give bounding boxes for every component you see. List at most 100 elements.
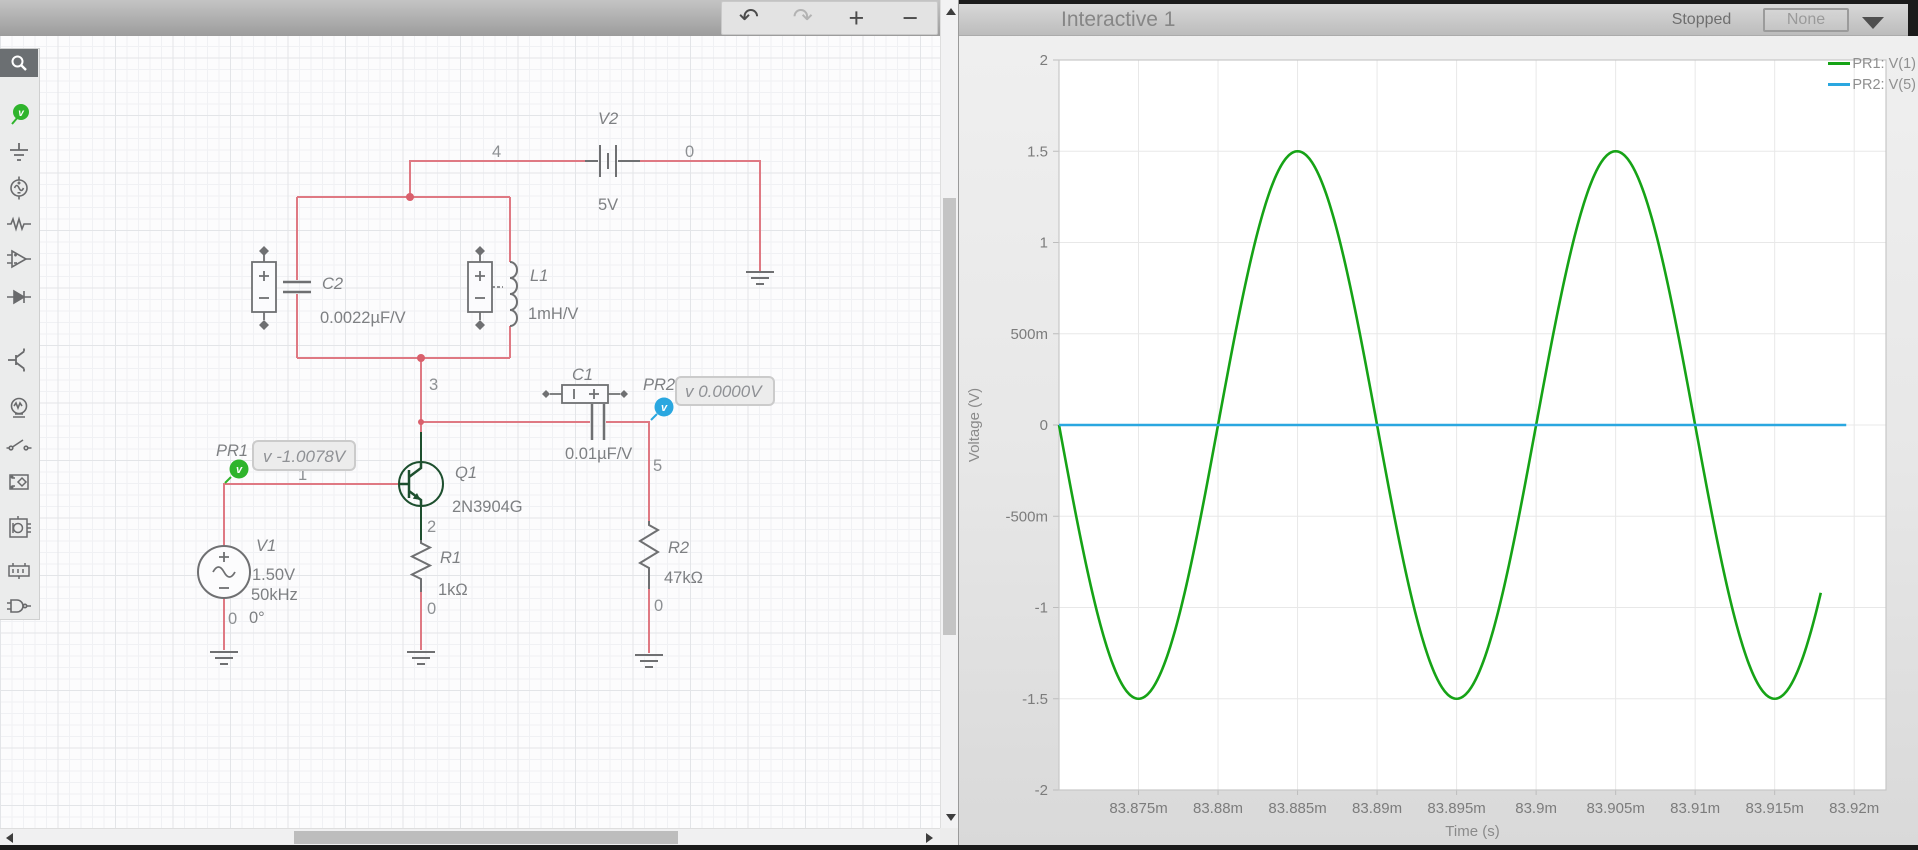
net-4: 4 <box>492 143 501 161</box>
legend-label: PR1: V(1) <box>1852 55 1916 72</box>
probe-PR2[interactable]: v <box>650 397 674 421</box>
chevron-down-icon[interactable] <box>1862 17 1884 29</box>
junction-dots <box>406 193 425 425</box>
net-5: 5 <box>653 457 662 475</box>
indicator-tool[interactable] <box>0 557 38 585</box>
component-palette: v <box>0 48 40 620</box>
pr2-label: PR2 <box>643 376 675 394</box>
chart-legend: PR1: V(1) PR2: V(5) <box>1828 53 1916 95</box>
y-tick-label: -1.5 <box>1022 691 1048 708</box>
schematic-drawing: V2 5V C2 0.0022µF/V L1 1mH/V C1 0.01µF/V… <box>197 110 775 668</box>
component-L1[interactable]: L1 1mH/V <box>467 246 578 330</box>
switch-icon <box>6 439 32 451</box>
component-R1[interactable]: R1 1kΩ <box>409 540 468 599</box>
v1-value: 1.50V <box>252 566 295 584</box>
legend-label: PR2: V(5) <box>1852 76 1916 93</box>
machine-icon <box>9 516 31 538</box>
component-V2[interactable]: V2 5V <box>585 110 640 214</box>
y-tick-label: 0 <box>1040 417 1048 434</box>
vertical-scroll-thumb[interactable] <box>943 198 956 635</box>
lamp-icon <box>10 397 28 418</box>
x-tick-label: 83.905m <box>1586 800 1644 817</box>
undo-button[interactable]: ↶ <box>729 3 769 33</box>
ground-icon <box>10 143 28 161</box>
net-2: 2 <box>427 518 436 536</box>
x-tick-label: 83.91m <box>1670 800 1720 817</box>
x-axis-title: Time (s) <box>1445 823 1499 840</box>
horizontal-scroll-thumb[interactable] <box>294 831 678 844</box>
machine-tool[interactable] <box>0 514 38 542</box>
y-tick-label: -500m <box>1005 508 1048 525</box>
opamp-tool[interactable] <box>0 245 38 273</box>
ground-tool[interactable] <box>0 138 38 166</box>
switch-tool[interactable] <box>0 431 38 459</box>
legend-item: PR2: V(5) <box>1828 74 1916 95</box>
redo-button[interactable]: ↷ <box>783 3 823 33</box>
net-3: 3 <box>429 376 438 394</box>
transistor-tool[interactable] <box>0 346 38 374</box>
pr1-reading: v -1.0078V <box>263 447 347 466</box>
v1-frequency: 50kHz <box>251 586 298 604</box>
component-R2[interactable]: R2 47kΩ <box>638 521 703 589</box>
zoom-in-button[interactable]: + <box>836 3 876 33</box>
scroll-right-arrow[interactable] <box>926 833 933 843</box>
ac-source-tool[interactable] <box>0 174 38 202</box>
component-Q1[interactable]: Q1 2N3904G <box>398 461 523 516</box>
vertical-scrollbar[interactable] <box>940 0 958 828</box>
zoom-out-button[interactable]: − <box>890 3 930 33</box>
grapher-pane: 83.875m 83.88m 83.885m 83.89m 83.895m 83.9m 83… <box>958 0 1918 845</box>
q1-value: 2N3904G <box>452 498 523 516</box>
voltage-probe-icon: v <box>11 104 29 125</box>
toolbar-button-panel: ↶ ↷ + − <box>721 1 938 35</box>
c1-designator: C1 <box>572 366 593 384</box>
x-tick-label: 83.915m <box>1745 800 1803 817</box>
q1-designator: Q1 <box>455 464 477 482</box>
schematic-pane: V2 5V C2 0.0022µF/V L1 1mH/V C1 0.01µF/V… <box>0 0 958 850</box>
search-icon <box>11 55 27 71</box>
diode-bridge-icon <box>9 474 29 490</box>
resistor-tool[interactable] <box>0 210 38 238</box>
c2-value: 0.0022µF/V <box>320 309 406 327</box>
x-tick-label: 83.9m <box>1515 800 1557 817</box>
y-tick-label: -2 <box>1035 782 1048 799</box>
y-tick-label: -1 <box>1035 600 1048 617</box>
r1-designator: R1 <box>440 549 461 567</box>
horizontal-scrollbar[interactable] <box>0 828 940 846</box>
voltage-time-chart[interactable]: 83.875m 83.88m 83.885m 83.89m 83.895m 83.9m 83… <box>959 0 1918 845</box>
component-C1[interactable]: C1 0.01µF/V <box>542 366 632 463</box>
x-tick-label: 83.88m <box>1193 800 1243 817</box>
search-tool[interactable] <box>0 49 38 77</box>
diode-bridge-tool[interactable] <box>0 468 38 496</box>
scroll-left-arrow[interactable] <box>6 833 13 843</box>
diode-tool[interactable] <box>0 283 38 311</box>
v2-value: 5V <box>598 196 618 214</box>
pr1-reading-badge[interactable]: v -1.0078V <box>252 440 356 471</box>
v2-designator: V2 <box>598 110 618 128</box>
pr1-label: PR1 <box>216 442 248 460</box>
trigger-select[interactable]: None <box>1763 8 1849 32</box>
logic-gate-icon <box>7 599 31 613</box>
lamp-tool[interactable] <box>0 394 38 422</box>
component-V1[interactable]: V1 1.50V 50kHz 0° <box>197 537 298 627</box>
net-0-v1: 0 <box>228 610 237 628</box>
scroll-up-arrow[interactable] <box>946 8 956 15</box>
ac-source-icon <box>10 176 28 200</box>
schematic-toolbar: ↶ ↷ + − <box>0 0 940 36</box>
y-tick-label: 500m <box>1010 326 1048 343</box>
pr2-reading-badge[interactable]: v 0.0000V <box>675 376 775 406</box>
r2-value: 47kΩ <box>664 569 703 587</box>
component-C2[interactable]: C2 0.0022µF/V <box>251 246 406 330</box>
x-tick-label: 83.895m <box>1427 800 1485 817</box>
c1-value: 0.01µF/V <box>565 445 632 463</box>
indicator-icon <box>8 563 30 579</box>
legend-item: PR1: V(1) <box>1828 53 1916 74</box>
net-0-r2: 0 <box>654 597 663 615</box>
grapher-header: Interactive 1 Stopped None <box>959 4 1918 36</box>
y-tick-label: 2 <box>1040 52 1048 69</box>
pr2-reading: v 0.0000V <box>685 382 763 401</box>
logic-gate-tool[interactable] <box>0 592 38 620</box>
probe-PR1[interactable]: v <box>224 459 249 484</box>
voltage-probe-tool[interactable]: v <box>0 101 38 129</box>
scroll-down-arrow[interactable] <box>946 814 956 821</box>
legend-swatch <box>1828 83 1851 86</box>
